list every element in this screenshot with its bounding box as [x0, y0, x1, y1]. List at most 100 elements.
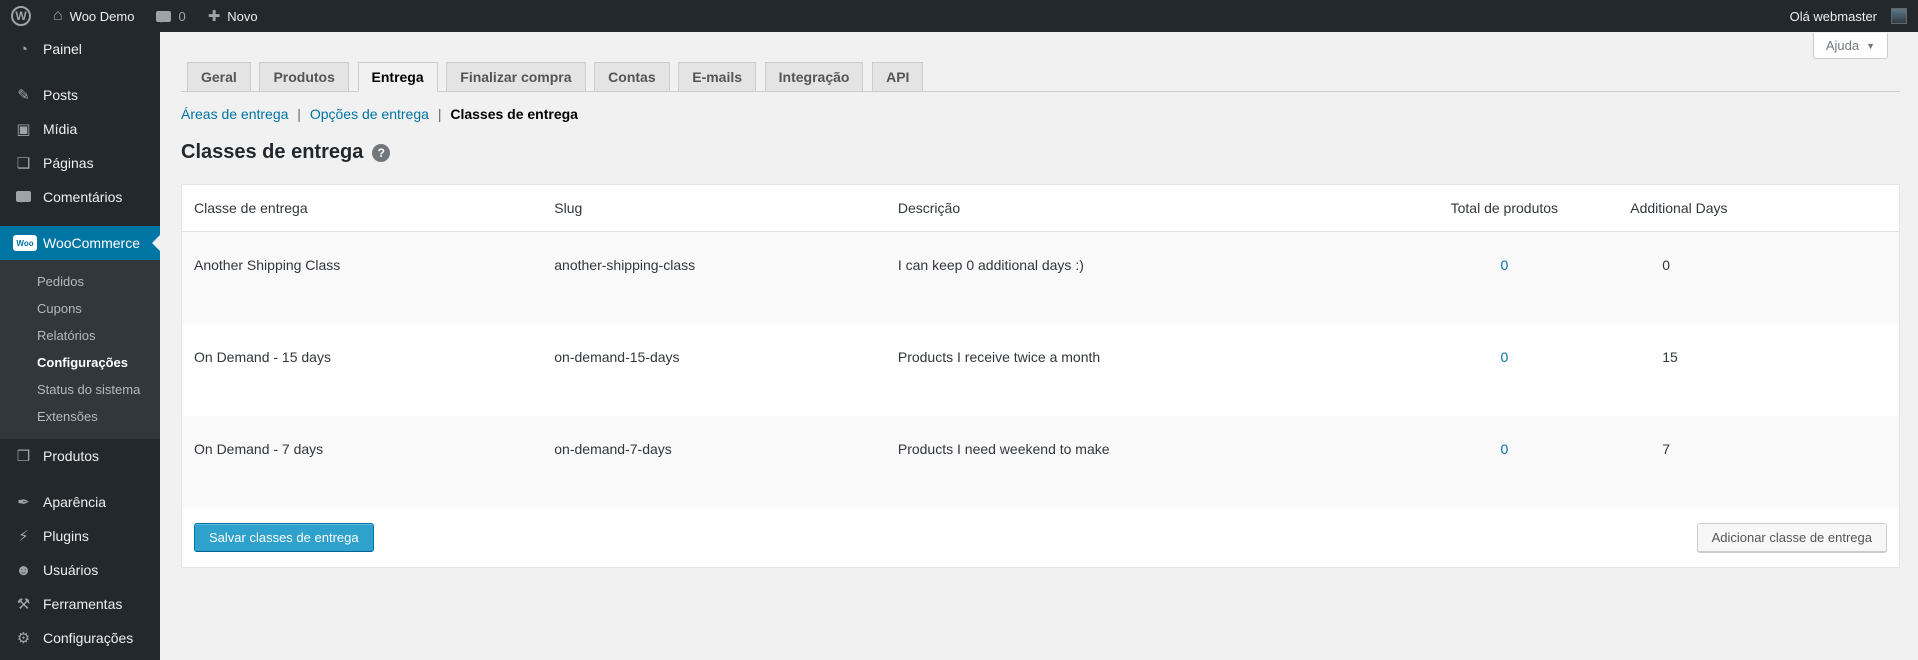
subnav-separator: | — [437, 106, 442, 122]
cell-additional-days[interactable]: 15 — [1590, 324, 1899, 416]
chevron-down-icon: ▼ — [1866, 40, 1875, 51]
new-content-menu[interactable]: ✚ Novo — [197, 0, 269, 32]
shipping-classes-table: Classe de entrega Slug Descrição Total d… — [181, 184, 1900, 568]
admin-bar-right: Olá webmaster — [1779, 0, 1918, 32]
subnav-link-areas-de-entrega[interactable]: Áreas de entrega — [181, 106, 288, 122]
product-count-link[interactable]: 0 — [1500, 349, 1508, 365]
sidebar-item-label: Mídia — [43, 121, 78, 137]
site-name: Woo Demo — [69, 8, 135, 24]
sidebar-item-comentarios[interactable]: Comentários — [0, 180, 160, 214]
cell-description[interactable]: Products I need weekend to make — [886, 416, 1419, 508]
submenu-item-extensoes[interactable]: Extensões — [0, 403, 160, 430]
sidebar-item-woocommerce[interactable]: Woo WooCommerce — [0, 226, 160, 260]
comments-shortcut[interactable]: 0 — [145, 0, 196, 32]
cell-description[interactable]: I can keep 0 additional days :) — [886, 232, 1419, 324]
submenu-item-status-do-sistema[interactable]: Status do sistema — [0, 376, 160, 403]
save-shipping-classes-button[interactable]: Salvar classes de entrega — [194, 522, 374, 552]
cell-additional-days[interactable]: 7 — [1590, 416, 1899, 508]
subnav-current-classes-de-entrega: Classes de entrega — [450, 106, 578, 122]
sidebar-item-produtos[interactable]: ❒ Produtos — [0, 439, 160, 473]
cell-additional-days[interactable]: 0 — [1590, 232, 1899, 324]
table-row: On Demand - 7 days on-demand-7-days Prod… — [181, 415, 1900, 508]
my-account-menu[interactable]: Olá webmaster — [1779, 0, 1918, 32]
tab-integracao[interactable]: Integração — [764, 62, 864, 92]
avatar — [1891, 8, 1907, 24]
table-row: On Demand - 15 days on-demand-15-days Pr… — [182, 324, 1900, 416]
pages-icon: ❏ — [16, 155, 31, 172]
cell-class-name[interactable]: On Demand - 7 days — [182, 416, 543, 508]
sidebar-item-label: Comentários — [43, 189, 123, 205]
sidebar-item-usuarios[interactable]: ☻ Usuários — [0, 553, 160, 587]
plus-icon: ✚ — [207, 7, 221, 25]
tab-produtos[interactable]: Produtos — [259, 62, 349, 92]
cell-slug[interactable]: on-demand-15-days — [542, 324, 886, 416]
sidebar-item-label: Configurações — [43, 630, 134, 646]
tab-emails[interactable]: E-mails — [678, 62, 757, 92]
tools-icon: ⚒ — [16, 596, 31, 613]
add-shipping-class-button[interactable]: Adicionar classe de entrega — [1696, 522, 1887, 552]
footer-right-cell: Adicionar classe de entrega — [1418, 508, 1899, 568]
comment-bubble-icon — [156, 10, 172, 23]
sidebar-item-configuracoes[interactable]: ⚙ Configurações — [0, 621, 160, 655]
admin-sidebar: ◔ Painel ✎ Posts ▣ Mídia ❏ Páginas Comen… — [0, 32, 160, 660]
help-dropdown-button[interactable]: Ajuda ▼ — [1812, 33, 1888, 59]
settings-icon: ⚙ — [16, 630, 31, 647]
submenu-item-pedidos[interactable]: Pedidos — [0, 268, 160, 295]
sidebar-item-ferramentas[interactable]: ⚒ Ferramentas — [0, 587, 160, 621]
sidebar-item-painel[interactable]: ◔ Painel — [0, 32, 160, 66]
users-icon: ☻ — [15, 561, 32, 579]
product-count-link[interactable]: 0 — [1500, 441, 1508, 457]
admin-bar: W ⌂ Woo Demo 0 ✚ Novo Olá webmaster — [0, 0, 1918, 32]
cell-product-count: 0 — [1418, 232, 1590, 324]
sidebar-item-label: Ferramentas — [43, 596, 123, 612]
column-header-additional-days: Additional Days — [1590, 184, 1900, 232]
appearance-icon: ✒ — [17, 494, 30, 511]
cell-slug[interactable]: on-demand-7-days — [542, 416, 886, 508]
sidebar-item-label: WooCommerce — [43, 235, 140, 251]
subnav-separator: | — [297, 106, 301, 122]
tab-geral[interactable]: Geral — [187, 62, 251, 92]
menu-separator — [0, 473, 160, 485]
cell-class-name[interactable]: Another Shipping Class — [182, 232, 543, 324]
sidebar-item-label: Posts — [43, 87, 79, 103]
wordpress-menu[interactable]: W — [0, 0, 42, 32]
subnav-link-opcoes-de-entrega[interactable]: Opções de entrega — [310, 106, 429, 122]
shipping-subnav: Áreas de entrega | Opções de entrega | C… — [181, 106, 1900, 122]
comments-count: 0 — [178, 8, 186, 24]
sidebar-item-midia[interactable]: ▣ Mídia — [0, 112, 160, 146]
sidebar-item-label: Usuários — [43, 562, 99, 578]
help-tip-icon[interactable]: ? — [372, 143, 391, 162]
submenu-item-cupons[interactable]: Cupons — [0, 295, 160, 322]
cell-class-name[interactable]: On Demand - 15 days — [182, 324, 543, 416]
footer-left-cell: Salvar classes de entrega — [182, 508, 1419, 568]
woocommerce-icon: Woo — [13, 235, 37, 251]
tab-contas[interactable]: Contas — [594, 62, 670, 92]
settings-wrap: Geral Produtos Entrega Finalizar compra … — [181, 62, 1900, 568]
sidebar-item-plugins[interactable]: ⚡ Plugins — [0, 519, 160, 553]
tab-api[interactable]: API — [872, 62, 924, 92]
site-link[interactable]: ⌂ Woo Demo — [42, 0, 145, 32]
page-title-row: Classes de entrega ? — [181, 141, 1900, 164]
submenu-item-configuracoes[interactable]: Configurações — [0, 349, 160, 376]
sidebar-item-posts[interactable]: ✎ Posts — [0, 78, 160, 112]
sidebar-item-aparencia[interactable]: ✒ Aparência — [0, 485, 160, 519]
cell-slug[interactable]: another-shipping-class — [542, 232, 886, 324]
menu-separator — [0, 214, 160, 226]
tab-finalizar-compra[interactable]: Finalizar compra — [446, 62, 586, 92]
table-row: Another Shipping Class another-shipping-… — [181, 231, 1900, 324]
sidebar-item-paginas[interactable]: ❏ Páginas — [0, 146, 160, 180]
tab-entrega[interactable]: Entrega — [357, 62, 438, 92]
plugins-icon: ⚡ — [18, 528, 29, 545]
submenu-item-relatorios[interactable]: Relatórios — [0, 322, 160, 349]
column-header-classe: Classe de entrega — [181, 184, 543, 232]
cell-description[interactable]: Products I receive twice a month — [886, 324, 1419, 416]
products-icon: ❒ — [16, 448, 31, 465]
new-label: Novo — [227, 8, 258, 24]
home-icon: ⌂ — [53, 7, 63, 24]
woocommerce-submenu: Pedidos Cupons Relatórios Configurações … — [0, 260, 160, 439]
dashboard-icon: ◔ — [18, 40, 29, 58]
wordpress-logo-icon: W — [11, 6, 31, 26]
product-count-link[interactable]: 0 — [1500, 257, 1508, 273]
help-label: Ajuda — [1825, 38, 1860, 53]
admin-bar-left: W ⌂ Woo Demo 0 ✚ Novo — [0, 0, 269, 32]
